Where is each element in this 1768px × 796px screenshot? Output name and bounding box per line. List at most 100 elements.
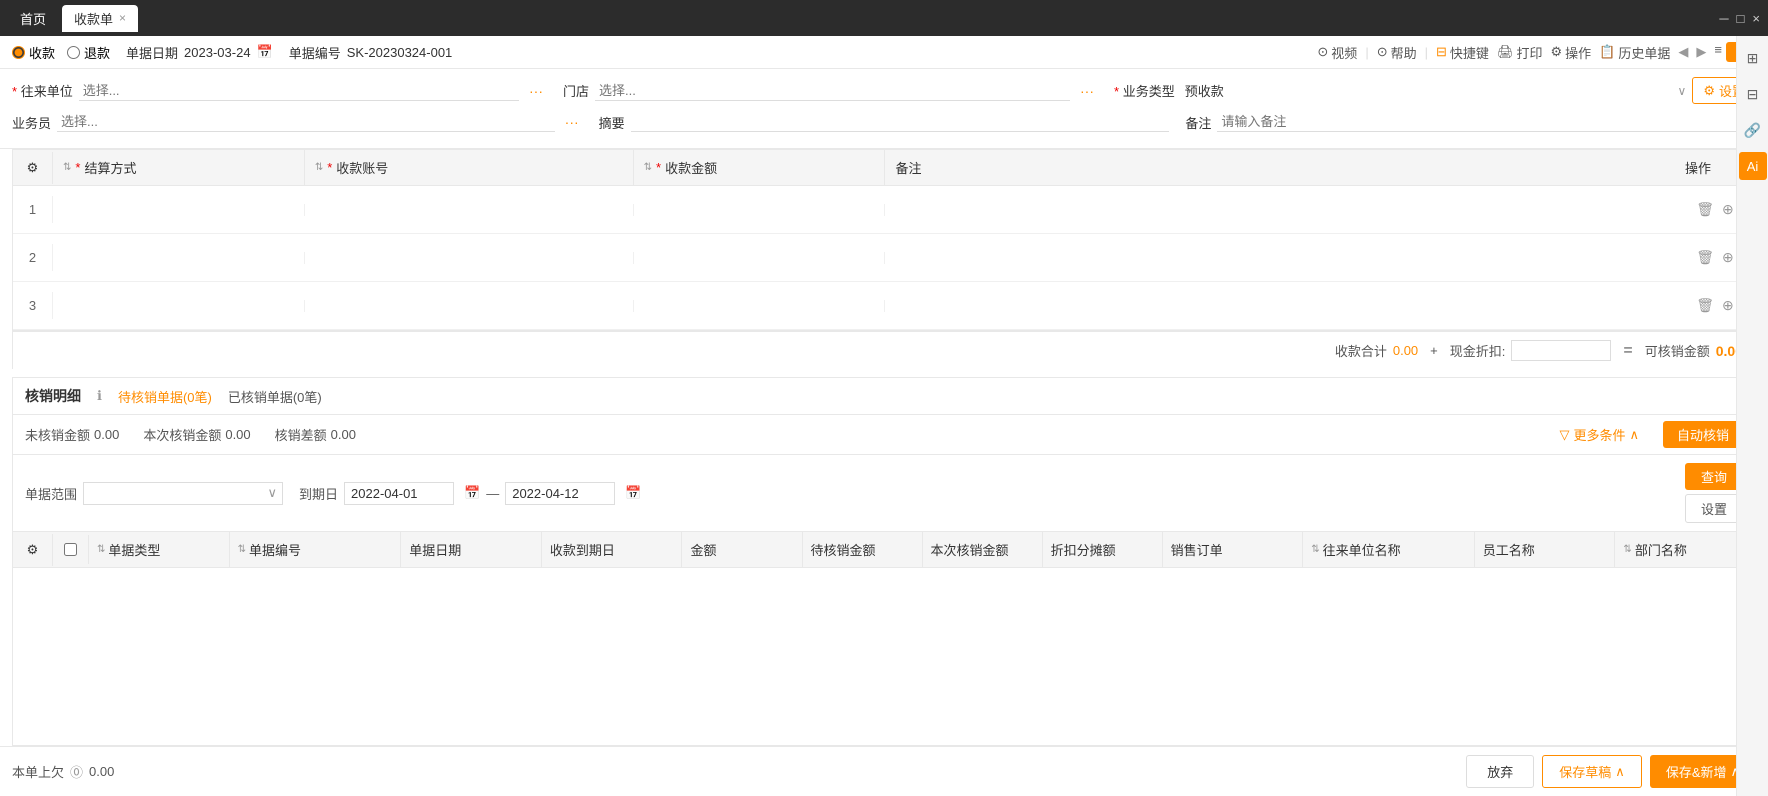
video-action[interactable]: ⊙ 视频 xyxy=(1317,43,1357,62)
shop-input[interactable] xyxy=(595,81,1070,101)
date-from-calendar-icon[interactable]: 📅 xyxy=(464,485,480,501)
staff-field: 业务员 ··· xyxy=(12,112,583,132)
abandon-button[interactable]: 放弃 xyxy=(1466,755,1534,788)
operation-action[interactable]: ⚙ 操作 xyxy=(1550,43,1591,62)
td-account-2[interactable] xyxy=(305,252,634,264)
window-max-icon[interactable]: □ xyxy=(1737,11,1745,26)
summary-field: 摘要 xyxy=(599,112,1170,132)
date-from-input[interactable] xyxy=(344,482,454,505)
delete-icon-3[interactable]: 🗑 xyxy=(1696,297,1714,314)
discount-item: 现金折扣: xyxy=(1450,340,1612,361)
biztype-value: 预收款 xyxy=(1181,79,1672,102)
verify-info-icon[interactable]: ℹ xyxy=(97,388,102,404)
biztype-dropdown-icon[interactable]: ∨ xyxy=(1678,84,1687,98)
copy-icon-3[interactable]: ⊕ xyxy=(1722,297,1734,314)
available-label: 可核销金额 xyxy=(1645,341,1710,360)
td-account-1[interactable] xyxy=(305,204,634,216)
close-tab-icon[interactable]: × xyxy=(119,11,126,25)
dth-amount: 金额 xyxy=(682,532,802,567)
duedate-label: 到期日 xyxy=(299,484,338,503)
td-account-3[interactable] xyxy=(305,300,634,312)
help-action[interactable]: ⊙ 帮助 xyxy=(1377,43,1417,62)
td-remark-1[interactable] xyxy=(885,204,1675,216)
radio-collect[interactable]: 收款 xyxy=(12,43,55,62)
radio-group: 收款 退款 xyxy=(12,43,110,62)
td-amount-1[interactable] xyxy=(634,204,886,216)
billno-label: 单据编号 xyxy=(289,43,341,62)
bottom-info-value: 0.00 xyxy=(89,764,114,779)
toolbar-actions: ⊙ 视频 | ⊙ 帮助 | ⊟ 快捷键 🖨 打印 ⚙ 操作 📋 xyxy=(1317,42,1756,62)
remark-input[interactable] xyxy=(1217,112,1756,132)
completed-tab[interactable]: 已核销单据(0笔) xyxy=(228,387,322,406)
window-min-icon[interactable]: ─ xyxy=(1719,11,1728,26)
operation-icon: ⚙ xyxy=(1550,44,1562,60)
td-amount-3[interactable] xyxy=(634,300,886,312)
sort-icon-method: ⇅ xyxy=(63,162,71,173)
divider1: | xyxy=(1365,45,1368,60)
delete-icon-2[interactable]: 🗑 xyxy=(1696,249,1714,266)
discount-label: 现金折扣: xyxy=(1450,341,1506,360)
shortcut-label: 快捷键 xyxy=(1450,43,1489,62)
query-button[interactable]: 查询 xyxy=(1685,463,1743,490)
more-conditions-btn[interactable]: ▽ 更多条件 ∧ xyxy=(1559,425,1639,444)
nav-right-icon[interactable]: ▶ xyxy=(1696,44,1706,60)
radio-refund[interactable]: 退款 xyxy=(67,43,110,62)
uncleared-value: 0.00 xyxy=(94,427,119,442)
layout-list-icon[interactable]: ≡ xyxy=(1714,42,1722,62)
shop-more-btn[interactable]: ··· xyxy=(1076,83,1098,99)
date-to-calendar-icon[interactable]: 📅 xyxy=(625,485,641,501)
calendar-icon[interactable]: 📅 xyxy=(257,44,273,60)
nav-tab-home[interactable]: 首页 xyxy=(8,5,58,32)
select-all-checkbox[interactable] xyxy=(64,543,77,556)
verify-stats: 未核销金额 0.00 本次核销金额 0.00 核销差额 0.00 ▽ 更多条件 … xyxy=(13,415,1755,455)
pending-tab[interactable]: 待核销单据(0笔) xyxy=(118,387,212,406)
dth-current: 本次核销金额 xyxy=(923,532,1043,567)
nav-left-icon[interactable]: ◀ xyxy=(1678,44,1688,60)
copy-icon-2[interactable]: ⊕ xyxy=(1722,249,1734,266)
date-to-input[interactable] xyxy=(505,482,615,505)
td-method-1[interactable] xyxy=(53,204,305,216)
history-action[interactable]: 📋 历史单据 xyxy=(1599,43,1670,62)
sidebar-icon-list[interactable]: ⊟ xyxy=(1739,80,1767,108)
td-amount-2[interactable] xyxy=(634,252,886,264)
sidebar-icon-ai[interactable]: Ai xyxy=(1739,152,1767,180)
counterparty-input[interactable] xyxy=(79,81,519,101)
sort-icon-account: ⇅ xyxy=(315,162,323,173)
remark-label: 备注 xyxy=(1185,113,1211,132)
biztype-label: * 业务类型 xyxy=(1114,81,1175,100)
th-account: ⇅ * 收款账号 xyxy=(305,150,634,185)
date-field-group: 单据日期 2023-03-24 📅 xyxy=(126,43,273,62)
filter-settings-button[interactable]: 设置 xyxy=(1685,494,1743,523)
bottom-info-icon[interactable]: ⓪ xyxy=(70,762,83,781)
dth-settings[interactable]: ⚙ xyxy=(13,534,53,566)
sidebar-icon-link[interactable]: 🔗 xyxy=(1739,116,1767,144)
th-settings[interactable]: ⚙ xyxy=(13,152,53,184)
auto-verify-button[interactable]: 自动核销 xyxy=(1663,421,1743,448)
copy-icon-1[interactable]: ⊕ xyxy=(1722,201,1734,218)
print-icon: 🖨 xyxy=(1497,44,1514,60)
dth-employee: 员工名称 xyxy=(1475,532,1616,567)
discount-input[interactable] xyxy=(1511,340,1611,361)
staff-input[interactable] xyxy=(57,112,555,132)
td-remark-3[interactable] xyxy=(885,300,1675,312)
td-remark-2[interactable] xyxy=(885,252,1675,264)
summary-input[interactable] xyxy=(631,112,1170,132)
nav-tab-active[interactable]: 收款单 × xyxy=(62,5,138,32)
sidebar-icon-table[interactable]: ⊞ xyxy=(1739,44,1767,72)
staff-more-btn[interactable]: ··· xyxy=(561,114,583,130)
draft-button[interactable]: 保存草稿 ∧ xyxy=(1542,755,1642,788)
range-select[interactable] xyxy=(83,482,283,505)
print-action[interactable]: 🖨 打印 xyxy=(1497,43,1543,62)
draft-arrow-icon: ∧ xyxy=(1615,764,1625,780)
dth-date: 单据日期 xyxy=(401,532,542,567)
diff-value: 0.00 xyxy=(331,427,356,442)
td-method-2[interactable] xyxy=(53,252,305,264)
date-value: 2023-03-24 xyxy=(184,45,251,60)
window-close-icon[interactable]: × xyxy=(1752,11,1760,26)
delete-icon-1[interactable]: 🗑 xyxy=(1696,201,1714,218)
help-label: 帮助 xyxy=(1391,43,1417,62)
td-method-3[interactable] xyxy=(53,300,305,312)
shortcut-action[interactable]: ⊟ 快捷键 xyxy=(1436,43,1489,62)
dth-checkbox xyxy=(53,535,89,564)
counterparty-more-btn[interactable]: ··· xyxy=(525,83,547,99)
